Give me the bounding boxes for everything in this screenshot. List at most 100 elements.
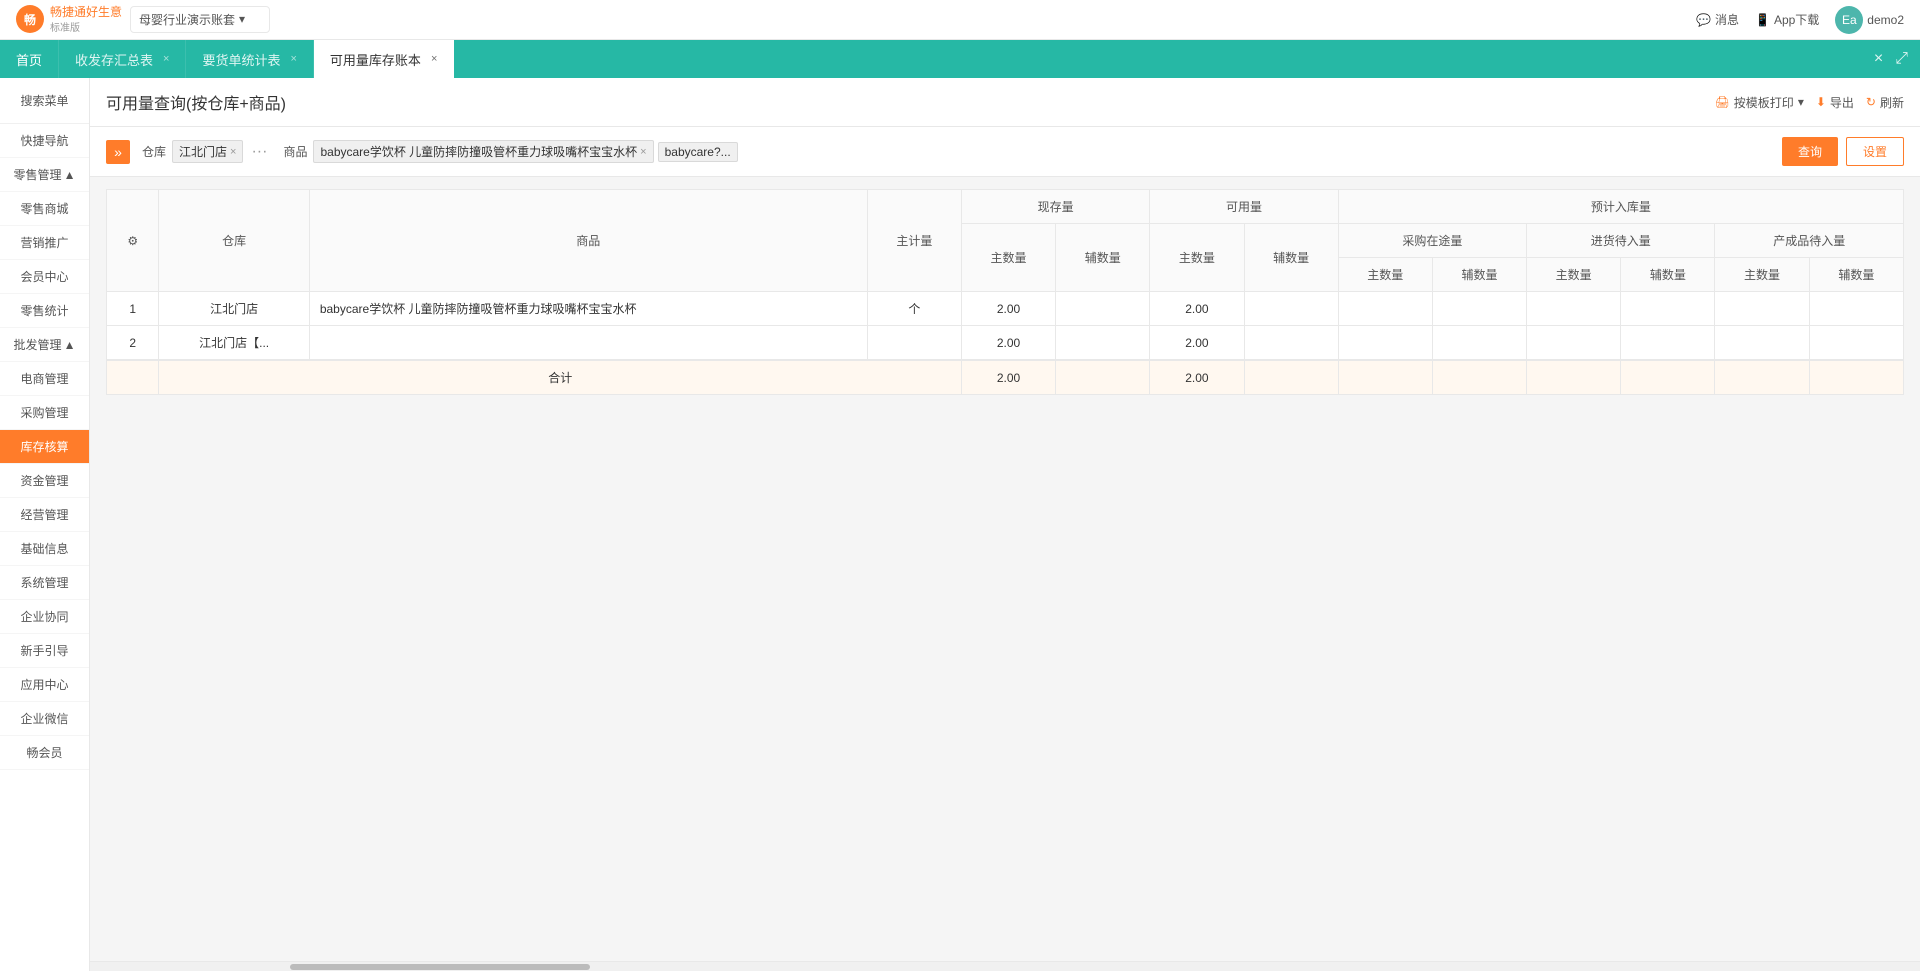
- col-incoming-main: 主数量: [1527, 258, 1621, 292]
- sidebar-item-finance[interactable]: 资金管理: [0, 464, 89, 498]
- row1-seq: 1: [107, 292, 159, 326]
- print-dropdown-icon: ▾: [1798, 95, 1804, 109]
- sidebar-item-purchase[interactable]: 采购管理: [0, 396, 89, 430]
- sidebar-item-inventory[interactable]: 库存核算: [0, 430, 89, 464]
- col-product-pending-sub: 辅数量: [1809, 258, 1903, 292]
- sidebar-item-wholesale-mgmt[interactable]: 批发管理 ▲: [0, 328, 89, 362]
- sidebar-item-enterprise-collab[interactable]: 企业协同: [0, 600, 89, 634]
- refresh-label: 刷新: [1880, 94, 1904, 111]
- data-table: ⚙ 仓库 商品 主计量 现存量 可用量 预计入库量 主数量 辅数量 主数量 辅数…: [106, 189, 1904, 395]
- export-icon: ⬇: [1816, 95, 1826, 109]
- tab-order-close[interactable]: ×: [290, 53, 296, 65]
- product-tag2-text: babycare?...: [665, 145, 731, 159]
- col-purchase-transit-sub: 辅数量: [1432, 258, 1526, 292]
- footer-purchase-main: [1338, 360, 1432, 395]
- table-row: 1 江北门店 babycare学饮杯 儿童防摔防撞吸管杯重力球吸嘴杯宝宝水杯 个…: [107, 292, 1904, 326]
- tab-available-close[interactable]: ×: [431, 53, 437, 65]
- table-footer: 合计 2.00 2.00: [107, 360, 1904, 395]
- tab-home[interactable]: 首页: [0, 40, 59, 78]
- template-print-button[interactable]: 🖨 按模板打印 ▾: [1715, 94, 1804, 111]
- sidebar-item-enterprise-wechat[interactable]: 企业微信: [0, 702, 89, 736]
- app-download-button[interactable]: 📱 App下载: [1755, 11, 1819, 28]
- tab-expand[interactable]: ⤢: [1891, 48, 1912, 70]
- product-tag-babycare2[interactable]: babycare?...: [658, 142, 738, 162]
- row2-incoming-main: [1527, 326, 1621, 361]
- sidebar-item-retail-mall[interactable]: 零售商城: [0, 192, 89, 226]
- message-label: 消息: [1715, 11, 1739, 28]
- row2-warehouse: 江北门店【...: [159, 326, 309, 361]
- col-purchase-transit-main: 主数量: [1338, 258, 1432, 292]
- sidebar-item-ecommerce[interactable]: 电商管理: [0, 362, 89, 396]
- row2-purchase-main: [1338, 326, 1432, 361]
- page-header: 可用量查询(按仓库+商品) 🖨 按模板打印 ▾ ⬇ 导出 ↻ 刷新: [90, 78, 1920, 127]
- tab-receive-close[interactable]: ×: [163, 53, 169, 65]
- sidebar-item-system-mgmt[interactable]: 系统管理: [0, 566, 89, 600]
- filter-expand-button[interactable]: »: [106, 140, 130, 164]
- settings-button[interactable]: 设置: [1846, 137, 1904, 166]
- wholesale-expand-icon: ▲: [64, 338, 76, 352]
- col-available-sub-header: 辅数量: [1244, 224, 1338, 292]
- row1-available-main: 2.00: [1150, 292, 1244, 326]
- row1-stock-main: 2.00: [961, 292, 1055, 326]
- tab-spacer: [454, 40, 1861, 78]
- product-filter-tags: babycare学饮杯 儿童防摔防撞吸管杯重力球吸嘴杯宝宝水杯 × babyca…: [313, 140, 737, 163]
- tab-order-stats[interactable]: 要货单统计表 ×: [186, 40, 313, 78]
- row2-stock-sub: [1056, 326, 1150, 361]
- bottom-scrollbar[interactable]: [90, 961, 1920, 971]
- row2-unit: [867, 326, 961, 361]
- tab-receive-summary[interactable]: 收发存汇总表 ×: [59, 40, 186, 78]
- nav-tab-controls: × ⤢: [1862, 40, 1920, 78]
- sidebar-item-member-center[interactable]: 会员中心: [0, 260, 89, 294]
- tab-available-inventory[interactable]: 可用量库存账本 ×: [314, 40, 454, 78]
- col-available-main-header: 主数量: [1150, 224, 1244, 292]
- user-area[interactable]: Ea demo2: [1835, 6, 1904, 34]
- sidebar-search-button[interactable]: 搜索菜单: [8, 88, 81, 113]
- tab-close-all[interactable]: ×: [1870, 48, 1887, 70]
- sidebar-item-basic-info[interactable]: 基础信息: [0, 532, 89, 566]
- settings-gear-icon[interactable]: ⚙: [127, 234, 138, 248]
- row1-unit: 个: [867, 292, 961, 326]
- page-header-actions: 🖨 按模板打印 ▾ ⬇ 导出 ↻ 刷新: [1715, 94, 1904, 123]
- col-product-header: 商品: [309, 190, 867, 292]
- footer-stock-sub: [1056, 360, 1150, 395]
- query-button[interactable]: 查询: [1782, 137, 1838, 166]
- warehouse-tag-jiangbei[interactable]: 江北门店 ×: [172, 140, 243, 163]
- refresh-button[interactable]: ↻ 刷新: [1866, 94, 1904, 111]
- tab-receive-label: 收发存汇总表: [75, 50, 153, 69]
- tab-order-label: 要货单统计表: [202, 50, 280, 69]
- sidebar-item-new-guide[interactable]: 新手引导: [0, 634, 89, 668]
- retail-expand-icon: ▲: [64, 168, 76, 182]
- product-tag-babycare[interactable]: babycare学饮杯 儿童防摔防撞吸管杯重力球吸嘴杯宝宝水杯 ×: [313, 140, 653, 163]
- sidebar-item-app-center[interactable]: 应用中心: [0, 668, 89, 702]
- warehouse-tag-close[interactable]: ×: [230, 146, 236, 158]
- message-button[interactable]: 💬 消息: [1696, 11, 1739, 28]
- user-name: demo2: [1867, 13, 1904, 27]
- sidebar-item-quick-nav[interactable]: 快捷导航: [0, 124, 89, 158]
- row2-product: [309, 326, 867, 361]
- filter-actions: 查询 设置: [1782, 137, 1904, 166]
- message-icon: 💬: [1696, 13, 1711, 27]
- warehouse-filter-label: 仓库: [142, 143, 166, 160]
- scrollbar-thumb[interactable]: [290, 964, 590, 970]
- sidebar-item-vip-member[interactable]: 畅会员: [0, 736, 89, 770]
- col-warehouse-header: 仓库: [159, 190, 309, 292]
- export-button[interactable]: ⬇ 导出: [1816, 94, 1854, 111]
- product-tag-text: babycare学饮杯 儿童防摔防撞吸管杯重力球吸嘴杯宝宝水杯: [320, 143, 637, 160]
- warehouse-more-button[interactable]: ···: [247, 143, 271, 161]
- sidebar-item-marketing[interactable]: 营销推广: [0, 226, 89, 260]
- app-download-icon: 📱: [1755, 13, 1770, 27]
- top-bar-left: 畅 畅捷通好生意 标准版 母婴行业演示账套 ▾: [16, 5, 270, 34]
- row2-product-sub: [1809, 326, 1903, 361]
- row1-available-sub: [1244, 292, 1338, 326]
- footer-label: 合计: [159, 360, 961, 395]
- page-title: 可用量查询(按仓库+商品): [106, 90, 286, 126]
- sidebar-item-retail-mgmt[interactable]: 零售管理 ▲: [0, 158, 89, 192]
- col-expected-header: 预计入库量: [1338, 190, 1903, 224]
- tenant-selector[interactable]: 母婴行业演示账套 ▾: [130, 6, 270, 33]
- row1-incoming-main: [1527, 292, 1621, 326]
- product-tag-close[interactable]: ×: [640, 146, 646, 158]
- sidebar-item-operations[interactable]: 经营管理: [0, 498, 89, 532]
- product-filter-label: 商品: [283, 143, 307, 160]
- row1-product-main: [1715, 292, 1809, 326]
- sidebar-item-retail-stats[interactable]: 零售统计: [0, 294, 89, 328]
